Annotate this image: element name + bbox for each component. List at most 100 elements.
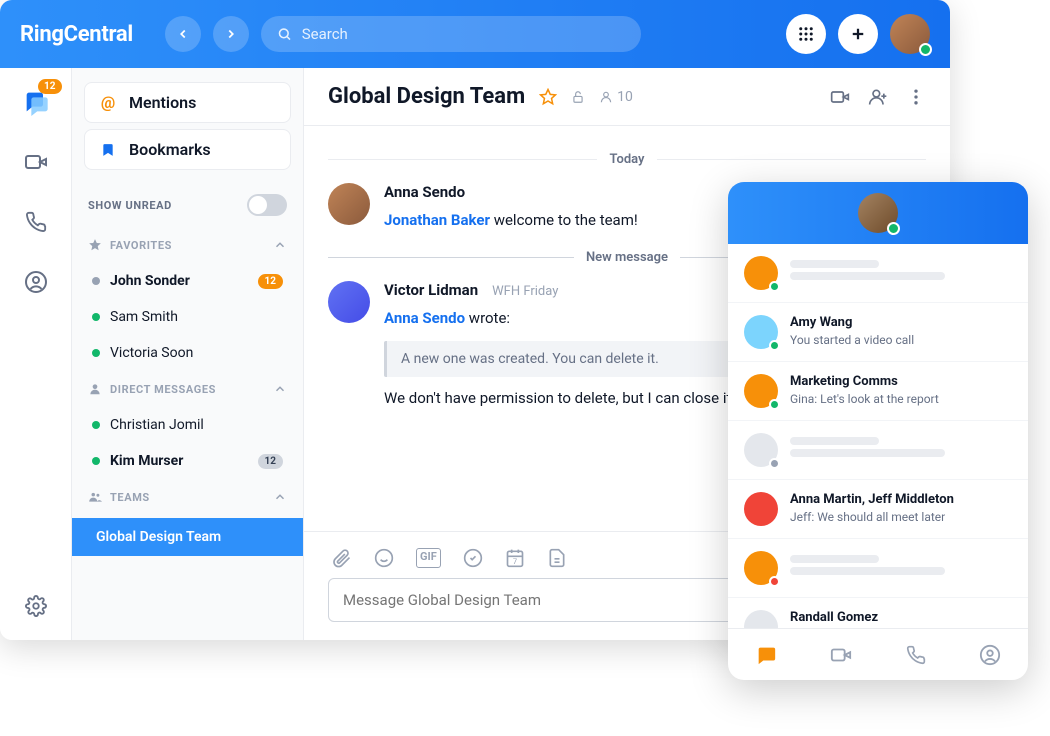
- mobile-preview: Amy Wang You started a video call Marketin…: [728, 182, 1028, 680]
- mobile-tab-phone[interactable]: [906, 645, 926, 665]
- mobile-tab-bar: [728, 628, 1028, 680]
- emoji-button[interactable]: [374, 548, 394, 568]
- bookmark-icon: [99, 142, 117, 158]
- mentions-tab[interactable]: @ Mentions: [84, 82, 291, 123]
- presence-indicator: [919, 43, 932, 56]
- avatar: [744, 374, 778, 408]
- sidebar-item-sam-smith[interactable]: Sam Smith: [84, 302, 291, 332]
- mentions-label: Mentions: [129, 93, 196, 112]
- search-input[interactable]: [302, 25, 625, 43]
- direct-messages-section-header[interactable]: DIRECT MESSAGES: [84, 374, 291, 404]
- mobile-conversation-item[interactable]: [728, 244, 1028, 303]
- mobile-conversation-item[interactable]: Marketing CommsGina: Let's look at the r…: [728, 362, 1028, 421]
- svg-text:7: 7: [513, 557, 517, 566]
- direct-messages-label: DIRECT MESSAGES: [110, 383, 216, 396]
- chevron-up-icon: [273, 238, 287, 252]
- avatar: [744, 492, 778, 526]
- task-button[interactable]: [463, 548, 483, 568]
- more-options-button[interactable]: [906, 87, 926, 107]
- mobile-tab-contacts[interactable]: [979, 644, 1001, 666]
- presence-dot: [92, 349, 100, 357]
- teams-section-header[interactable]: TEAMS: [84, 482, 291, 512]
- conv-preview: You started a video call: [790, 333, 1012, 347]
- search-icon: [277, 26, 292, 42]
- message-meta: WFH Friday: [492, 284, 558, 299]
- sidebar-item-global-design-team[interactable]: Global Design Team: [72, 518, 303, 556]
- contact-name: John Sonder: [110, 273, 190, 289]
- chat-header: Global Design Team 10: [304, 68, 950, 126]
- profile-avatar[interactable]: [890, 14, 930, 54]
- nav-rail: 12: [0, 68, 72, 640]
- dialpad-button[interactable]: [786, 14, 826, 54]
- nav-phone[interactable]: [20, 206, 52, 238]
- app-title: RingCentral: [20, 22, 133, 47]
- at-icon: @: [99, 93, 117, 112]
- message-author: Anna Sendo: [384, 183, 465, 201]
- conv-preview: Gina: Let's look at the report: [790, 392, 1012, 406]
- mobile-conversation-list[interactable]: Amy Wang You started a video call Marketin…: [728, 244, 1028, 628]
- avatar[interactable]: [328, 183, 370, 225]
- back-button[interactable]: [165, 16, 201, 52]
- member-count[interactable]: 10: [599, 89, 633, 105]
- chevron-up-icon: [273, 490, 287, 504]
- start-video-button[interactable]: [830, 87, 850, 107]
- chat-title: Global Design Team: [328, 84, 525, 109]
- avatar: [744, 551, 778, 585]
- add-button[interactable]: [838, 14, 878, 54]
- presence-indicator: [887, 222, 900, 235]
- sidebar-item-kim-murser[interactable]: Kim Murser 12: [84, 446, 291, 476]
- teams-icon: [88, 490, 102, 504]
- mention-link[interactable]: Jonathan Baker: [384, 211, 490, 229]
- sidebar-item-christian-jomil[interactable]: Christian Jomil: [84, 410, 291, 440]
- bookmarks-tab[interactable]: Bookmarks: [84, 129, 291, 170]
- nav-settings[interactable]: [20, 590, 52, 622]
- favorite-star-icon[interactable]: [539, 88, 557, 106]
- add-member-button[interactable]: [868, 87, 888, 107]
- favorites-section-header[interactable]: FAVORITES: [84, 230, 291, 260]
- attach-button[interactable]: [332, 548, 352, 568]
- contact-name: Victoria Soon: [110, 345, 193, 361]
- sidebar-item-victoria-soon[interactable]: Victoria Soon: [84, 338, 291, 368]
- lock-icon: [571, 90, 585, 104]
- presence-dot: [92, 277, 100, 285]
- nav-contacts[interactable]: [20, 266, 52, 298]
- mobile-conversation-item[interactable]: Amy Wang You started a video call: [728, 303, 1028, 362]
- gif-button[interactable]: GIF: [416, 548, 441, 568]
- contact-name: Christian Jomil: [110, 417, 204, 433]
- search-box[interactable]: [261, 16, 641, 52]
- nav-video[interactable]: [20, 146, 52, 178]
- team-name: Global Design Team: [96, 529, 221, 545]
- conv-name: Amy Wang: [790, 315, 1012, 330]
- teams-label: TEAMS: [110, 491, 150, 504]
- presence-dot: [92, 457, 100, 465]
- mobile-tab-video[interactable]: [830, 644, 852, 666]
- mention-link[interactable]: Anna Sendo: [384, 309, 465, 327]
- avatar: [744, 610, 778, 628]
- nav-messages[interactable]: 12: [20, 86, 52, 118]
- mobile-header: [728, 182, 1028, 244]
- show-unread-label: SHOW UNREAD: [88, 199, 172, 212]
- conv-preview: Jeff: We should all meet later: [790, 510, 1012, 524]
- note-button[interactable]: [547, 548, 567, 568]
- avatar: [744, 433, 778, 467]
- mobile-conversation-item[interactable]: Anna Martin, Jeff MiddletonJeff: We shou…: [728, 480, 1028, 539]
- event-button[interactable]: 7: [505, 548, 525, 568]
- presence-dot: [92, 421, 100, 429]
- forward-button[interactable]: [213, 16, 249, 52]
- mobile-tab-messages[interactable]: [755, 644, 777, 666]
- avatar: [744, 256, 778, 290]
- presence-dot: [92, 313, 100, 321]
- avatar: [744, 315, 778, 349]
- mobile-conversation-item[interactable]: [728, 539, 1028, 598]
- app-header: RingCentral: [0, 0, 950, 68]
- avatar[interactable]: [328, 281, 370, 323]
- mobile-conversation-item[interactable]: [728, 421, 1028, 480]
- mobile-conversation-item[interactable]: Randall GomezHey. You in today?: [728, 598, 1028, 628]
- favorites-label: FAVORITES: [110, 239, 172, 252]
- show-unread-row: SHOW UNREAD: [84, 186, 291, 224]
- sidebar-item-john-sonder[interactable]: John Sonder 12: [84, 266, 291, 296]
- bookmarks-label: Bookmarks: [129, 140, 211, 159]
- mobile-avatar[interactable]: [858, 193, 898, 233]
- show-unread-toggle[interactable]: [247, 194, 287, 216]
- chevron-up-icon: [273, 382, 287, 396]
